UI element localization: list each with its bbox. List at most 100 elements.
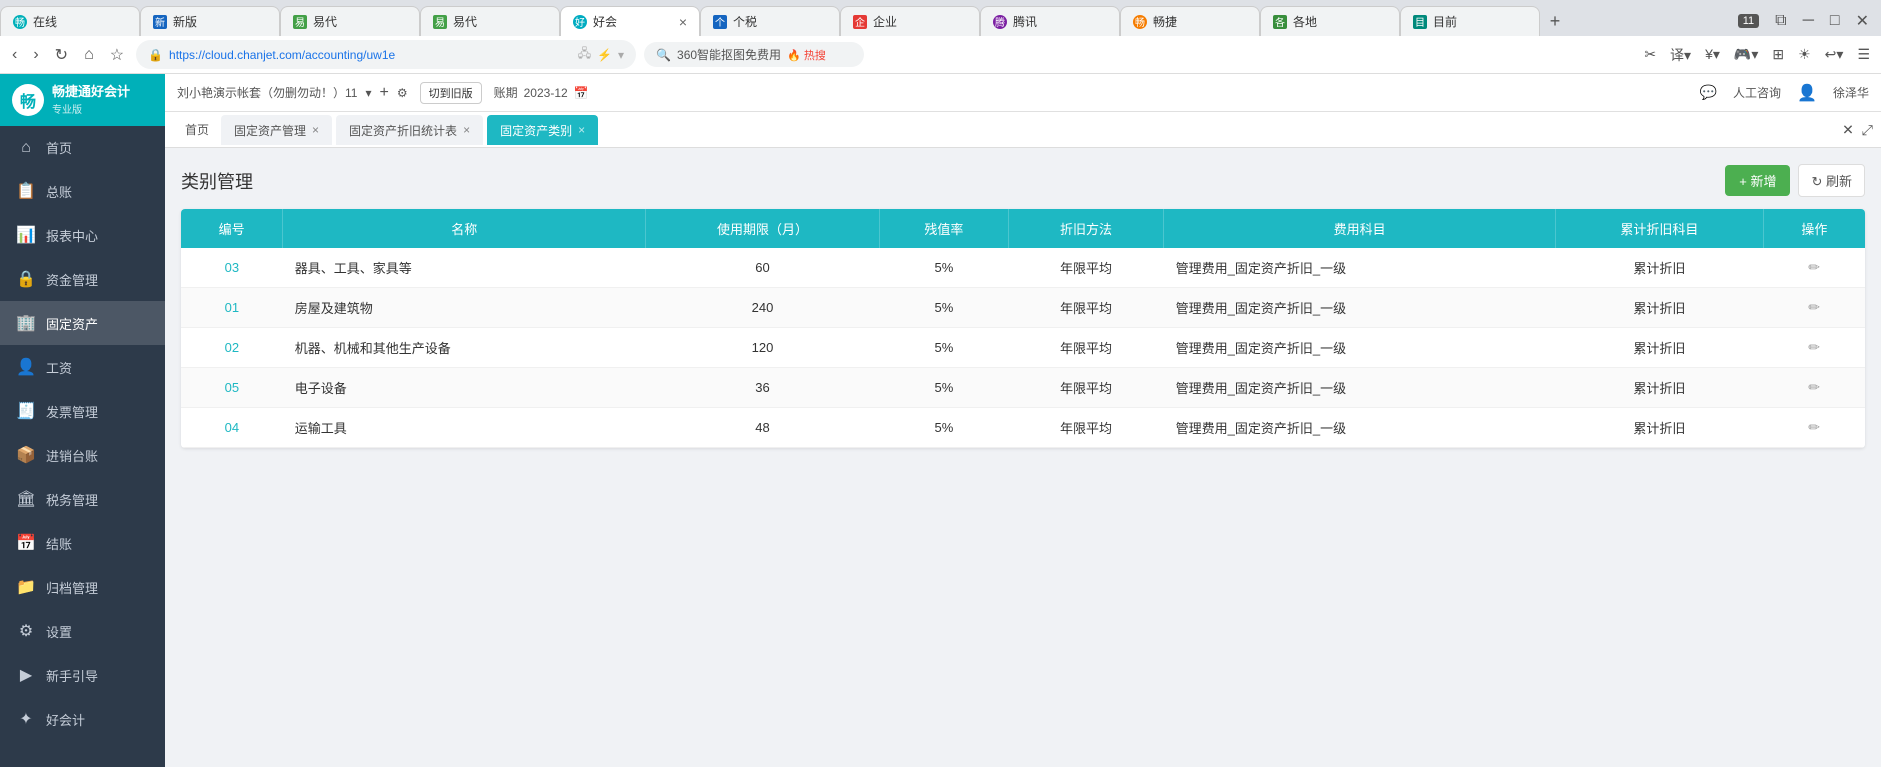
cell-name: 机器、机械和其他生产设备 <box>283 328 646 368</box>
browser-tab-2[interactable]: 新 新版 <box>140 6 280 36</box>
tab-fixed-asset-depreciation[interactable]: 固定资产折旧统计表 × <box>336 115 483 145</box>
tab-fixed-asset-category-close[interactable]: × <box>578 123 585 137</box>
browser-win-minimize[interactable]: ─ <box>1803 12 1814 30</box>
table-row: 04 运输工具 48 5% 年限平均 管理费用_固定资产折旧_一级 累计折旧 ✏ <box>181 408 1865 448</box>
browser-tab-9[interactable]: 畅 畅捷 <box>1120 6 1260 36</box>
browser-win-restore[interactable]: ⧉ <box>1775 12 1786 30</box>
cell-id[interactable]: 05 <box>181 368 283 408</box>
wallet-icon[interactable]: ¥▾ <box>1702 43 1723 66</box>
browser-win-close[interactable]: ✕ <box>1856 11 1869 31</box>
search-box[interactable]: 🔍 360智能抠图免费用 🔥 热搜 <box>644 42 864 67</box>
edit-icon[interactable]: ✏ <box>1808 259 1820 275</box>
cell-actions: ✏ <box>1763 408 1865 448</box>
edit-icon[interactable]: ✏ <box>1808 339 1820 355</box>
browser-tab-11[interactable]: 目 目前 <box>1400 6 1540 36</box>
browser-tab-1[interactable]: 畅 在线 <box>0 6 140 36</box>
help-label[interactable]: 人工咨询 <box>1733 84 1781 101</box>
sidebar-label-reports: 报表中心 <box>46 226 98 245</box>
cell-residual: 5% <box>879 328 1008 368</box>
add-account-icon[interactable]: + <box>380 84 389 102</box>
th-id: 编号 <box>181 209 283 248</box>
browser-tab-7[interactable]: 企 企业 <box>840 6 980 36</box>
sidebar-item-close[interactable]: 📅 结账 <box>0 521 165 565</box>
logo-title: 畅捷通好会计 <box>52 84 130 101</box>
edit-icon[interactable]: ✏ <box>1808 299 1820 315</box>
edit-icon[interactable]: ✏ <box>1808 419 1820 435</box>
app-top-bar: 刘小艳演示帐套（勿删勿动！）11 ▾ + ⚙ 切到旧版 账期 2023-12 📅… <box>165 74 1881 112</box>
home-button[interactable]: ⌂ <box>80 42 98 68</box>
switch-version-button[interactable]: 切到旧版 <box>420 82 482 104</box>
browser-win-maximize[interactable]: □ <box>1830 12 1840 30</box>
cell-id[interactable]: 01 <box>181 288 283 328</box>
translate-icon[interactable]: 译▾ <box>1667 42 1694 68</box>
reload-button[interactable]: ↻ <box>51 41 72 69</box>
cell-accumulated: 累计折旧 <box>1556 248 1764 288</box>
add-button[interactable]: + 新增 <box>1725 165 1790 196</box>
browser-tab-8[interactable]: 腾 腾讯 <box>980 6 1120 36</box>
purchase-icon: 📦 <box>16 445 36 465</box>
new-tab-button[interactable]: + <box>1540 6 1570 36</box>
cell-id[interactable]: 02 <box>181 328 283 368</box>
help-icon: 💬 <box>1700 84 1717 101</box>
table-row: 01 房屋及建筑物 240 5% 年限平均 管理费用_固定资产折旧_一级 累计折… <box>181 288 1865 328</box>
sidebar-label-salary: 工资 <box>46 358 72 377</box>
fixed-assets-icon: 🏢 <box>16 313 36 333</box>
sidebar-item-guide[interactable]: ▶ 新手引导 <box>0 653 165 697</box>
brightness-icon[interactable]: ☀ <box>1795 43 1814 66</box>
bookmark-button[interactable]: ☆ <box>106 41 128 69</box>
th-accumulated: 累计折旧科目 <box>1556 209 1764 248</box>
sidebar-item-home[interactable]: ⌂ 首页 <box>0 126 165 169</box>
sidebar-item-reports[interactable]: 📊 报表中心 <box>0 213 165 257</box>
back-button[interactable]: ‹ <box>8 42 21 68</box>
tab-fixed-asset-mgmt-close[interactable]: × <box>312 123 319 137</box>
sidebar-item-settings[interactable]: ⚙ 设置 <box>0 609 165 653</box>
tab-home[interactable]: 首页 <box>177 115 217 144</box>
url-input[interactable]: 🔒 https://cloud.chanjet.com/accounting/u… <box>136 40 636 69</box>
expand-icon[interactable]: ▾ <box>365 86 371 100</box>
sidebar-item-archive[interactable]: 📁 归档管理 <box>0 565 165 609</box>
browser-tab-6[interactable]: 个 个税 <box>700 6 840 36</box>
settings-gear-icon[interactable]: ⚙ <box>397 86 408 100</box>
tab-fixed-asset-depreciation-close[interactable]: × <box>463 123 470 137</box>
cell-id[interactable]: 04 <box>181 408 283 448</box>
browser-tab-5-close[interactable]: × <box>679 14 687 30</box>
menu-icon[interactable]: ☰ <box>1854 43 1873 66</box>
table-row: 05 电子设备 36 5% 年限平均 管理费用_固定资产折旧_一级 累计折旧 ✏ <box>181 368 1865 408</box>
cell-id[interactable]: 03 <box>181 248 283 288</box>
cell-name: 器具、工具、家具等 <box>283 248 646 288</box>
calendar-icon[interactable]: 📅 <box>574 86 589 100</box>
sidebar-item-more[interactable]: ✦ 好会计 <box>0 697 165 741</box>
browser-tab-4[interactable]: 易 易代 <box>420 6 560 36</box>
sidebar-item-invoice[interactable]: 🧾 发票管理 <box>0 389 165 433</box>
edit-icon[interactable]: ✏ <box>1808 379 1820 395</box>
cut-icon[interactable]: ✂ <box>1641 43 1659 66</box>
tab-fixed-asset-category[interactable]: 固定资产类别 × <box>487 115 598 145</box>
period-label: 账期 <box>494 84 518 101</box>
game-icon[interactable]: 🎮▾ <box>1731 43 1761 66</box>
user-label[interactable]: 徐泽华 <box>1833 84 1869 101</box>
sidebar-item-ledger[interactable]: 📋 总账 <box>0 169 165 213</box>
forward-button[interactable]: › <box>29 42 42 68</box>
refresh-button[interactable]: ↻ 刷新 <box>1798 164 1865 197</box>
sidebar-item-salary[interactable]: 👤 工资 <box>0 345 165 389</box>
table-row: 03 器具、工具、家具等 60 5% 年限平均 管理费用_固定资产折旧_一级 累… <box>181 248 1865 288</box>
sidebar: 畅 畅捷通好会计 专业版 ⌂ 首页 📋 总账 📊 报表中心 🔒 资金管理 🏢 固… <box>0 74 165 767</box>
sidebar-item-tax[interactable]: 🏛 税务管理 <box>0 477 165 521</box>
history-icon[interactable]: ↩▾ <box>1822 43 1847 66</box>
th-expense: 费用科目 <box>1164 209 1556 248</box>
sidebar-item-fixed-assets[interactable]: 🏢 固定资产 <box>0 301 165 345</box>
grid-icon[interactable]: ⊞ <box>1769 43 1787 66</box>
browser-tab-5[interactable]: 好 好会 × <box>560 6 700 36</box>
browser-tab-10[interactable]: 各 各地 <box>1260 6 1400 36</box>
cell-residual: 5% <box>879 408 1008 448</box>
tab-fixed-asset-category-label: 固定资产类别 <box>500 122 572 139</box>
tab-fixed-asset-mgmt[interactable]: 固定资产管理 × <box>221 115 332 145</box>
browser-tab-3[interactable]: 易 易代 <box>280 6 420 36</box>
sidebar-item-purchase[interactable]: 📦 进销台账 <box>0 433 165 477</box>
cell-accumulated: 累计折旧 <box>1556 288 1764 328</box>
sidebar-logo[interactable]: 畅 畅捷通好会计 专业版 <box>0 74 165 126</box>
tab-area-expand-icon[interactable]: ⤢ <box>1862 121 1873 138</box>
tab-area-close-icon[interactable]: ✕ <box>1842 121 1854 138</box>
sidebar-item-funds[interactable]: 🔒 资金管理 <box>0 257 165 301</box>
guide-icon: ▶ <box>16 665 36 685</box>
